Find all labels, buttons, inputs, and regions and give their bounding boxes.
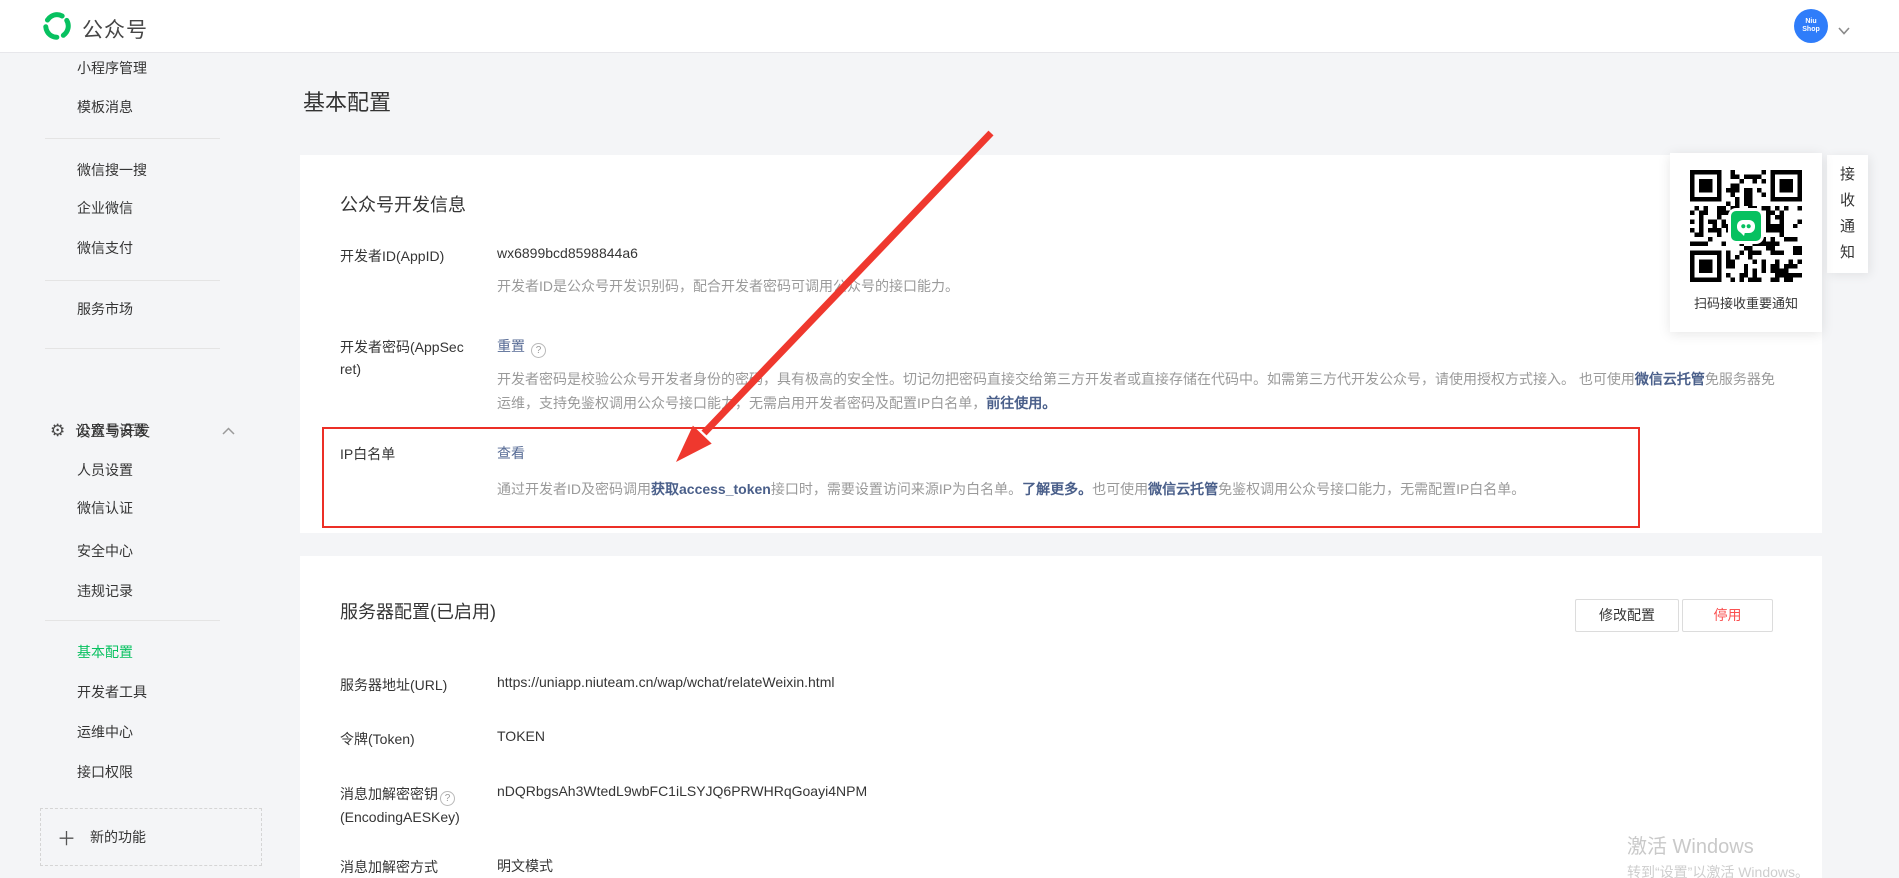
sidebar-item-security-center[interactable]: 安全中心 — [77, 541, 133, 561]
appsecret-desc1-tail: 免服务器免 — [1705, 371, 1775, 387]
qr-caption: 扫码接收重要通知 — [1670, 293, 1822, 312]
aeskey-value: nDQRbgsAh3WtedL9wbFC1iLSYJQ6PRWHRqGoayi4… — [497, 783, 867, 799]
sidebar-divider — [45, 348, 220, 349]
modify-config-button[interactable]: 修改配置 — [1575, 599, 1679, 632]
sidebar-item-search[interactable]: 微信搜一搜 — [77, 160, 147, 180]
wechat-icon — [1728, 208, 1764, 244]
logo-text: 公众号 — [82, 14, 148, 44]
sidebar-item-wepay[interactable]: 微信支付 — [77, 238, 133, 258]
server-url-value: https://uniapp.niuteam.cn/wap/wchat/rela… — [497, 674, 834, 690]
aeskey-label-line2: (EncodingAESKey) — [340, 806, 525, 828]
help-icon[interactable]: ? — [531, 343, 546, 358]
chevron-up-icon — [222, 422, 235, 439]
sidebar-item-violation-record[interactable]: 违规记录 — [77, 581, 133, 601]
page-title: 基本配置 — [303, 85, 391, 117]
sidebar-item-staff-settings[interactable]: 人员设置 — [77, 460, 133, 480]
ip-whitelist-highlight-box — [322, 427, 1640, 528]
help-icon[interactable]: ? — [440, 791, 455, 806]
appsecret-desc1-text: 开发者密码是校验公众号开发者身份的密码，具有极高的安全性。切记勿把密码直接交给第… — [497, 371, 1635, 387]
gear-icon: ⚙ — [50, 421, 65, 441]
notification-qr-panel: 扫码接收重要通知 — [1670, 153, 1822, 332]
appsecret-label-line2: ret) — [340, 358, 497, 380]
cloud-hosting-link[interactable]: 微信云托管 — [1635, 371, 1705, 387]
wechat-mp-admin: 公众号 Niu Shop 小程序管理 模板消息 微信搜一搜 企业微信 微信支付 … — [0, 0, 1899, 878]
sidebar: 小程序管理 模板消息 微信搜一搜 企业微信 微信支付 服务市场 ⚙ 设置与开发 … — [0, 53, 300, 878]
dev-info-section-title: 公众号开发信息 — [340, 191, 466, 217]
sidebar-item-template-msg[interactable]: 模板消息 — [77, 97, 133, 117]
sidebar-item-basic-config[interactable]: 基本配置 — [77, 642, 133, 662]
sidebar-item-miniprogram[interactable]: 小程序管理 — [77, 58, 147, 78]
receive-notification-tab[interactable]: 接收通知 — [1827, 155, 1868, 273]
top-header: 公众号 Niu Shop — [0, 0, 1899, 53]
sidebar-item-dev-tools[interactable]: 开发者工具 — [77, 682, 147, 702]
sidebar-item-api-permission[interactable]: 接口权限 — [77, 762, 133, 782]
sidebar-item-verification[interactable]: 微信认证 — [77, 498, 133, 518]
appid-desc: 开发者ID是公众号开发识别码，配合开发者密码可调用公众号的接口能力。 — [497, 276, 959, 296]
appsecret-desc-line1: 开发者密码是校验公众号开发者身份的密码，具有极高的安全性。切记勿把密码直接交给第… — [497, 369, 1775, 389]
server-config-card: 服务器配置(已启用) 修改配置 停用 服务器地址(URL) https://un… — [300, 556, 1822, 878]
disable-button[interactable]: 停用 — [1682, 599, 1773, 632]
aeskey-label-text: 消息加解密密钥 — [340, 786, 438, 802]
appsecret-actions: 重置? — [497, 336, 546, 358]
receive-notification-label: 接收通知 — [1840, 162, 1856, 266]
account-avatar[interactable]: Niu Shop — [1794, 9, 1828, 43]
sidebar-item-account-settings[interactable]: 公众号设置 — [77, 420, 147, 440]
appid-value: wx6899bcd8598844a6 — [497, 245, 638, 261]
plus-icon: ＋ — [57, 824, 76, 851]
server-url-label: 服务器地址(URL) — [340, 674, 497, 696]
qr-code — [1690, 170, 1802, 282]
encrypt-mode-label: 消息加解密方式 — [340, 856, 497, 878]
appsecret-desc2-text: 运维，支持免鉴权调用公众号接口能力，无需启用开发者密码及配置IP白名单， — [497, 395, 986, 411]
sidebar-item-ops-center[interactable]: 运维中心 — [77, 722, 133, 742]
sidebar-divider — [45, 280, 220, 281]
reset-appsecret-link[interactable]: 重置 — [497, 338, 525, 354]
avatar-text-line1: Niu — [1805, 18, 1816, 26]
new-feature-button[interactable]: ＋ 新的功能 — [40, 808, 262, 866]
dev-info-card: 公众号开发信息 开发者ID(AppID) wx6899bcd8598844a6 … — [300, 155, 1822, 533]
encrypt-mode-value: 明文模式 — [497, 856, 553, 876]
token-label: 令牌(Token) — [340, 728, 497, 750]
sidebar-divider — [45, 620, 220, 621]
go-use-link[interactable]: 前往使用。 — [986, 395, 1056, 411]
sidebar-item-service-market[interactable]: 服务市场 — [77, 299, 133, 319]
sidebar-item-wework[interactable]: 企业微信 — [77, 198, 133, 218]
sidebar-divider — [45, 138, 220, 139]
brand-logo[interactable]: 公众号 — [42, 11, 148, 46]
appsecret-desc-line2: 运维，支持免鉴权调用公众号接口能力，无需启用开发者密码及配置IP白名单，前往使用… — [497, 393, 1056, 413]
chevron-down-icon[interactable] — [1838, 22, 1850, 40]
appsecret-label-line1: 开发者密码(AppSec — [340, 336, 497, 358]
token-value: TOKEN — [497, 728, 545, 744]
wechat-mp-logo-icon — [42, 11, 72, 46]
avatar-text-line2: Shop — [1802, 26, 1820, 34]
appid-label: 开发者ID(AppID) — [340, 245, 497, 267]
new-feature-label: 新的功能 — [90, 827, 146, 847]
appsecret-label: 开发者密码(AppSec ret) — [340, 336, 497, 380]
server-config-section-title: 服务器配置(已启用) — [340, 598, 496, 624]
